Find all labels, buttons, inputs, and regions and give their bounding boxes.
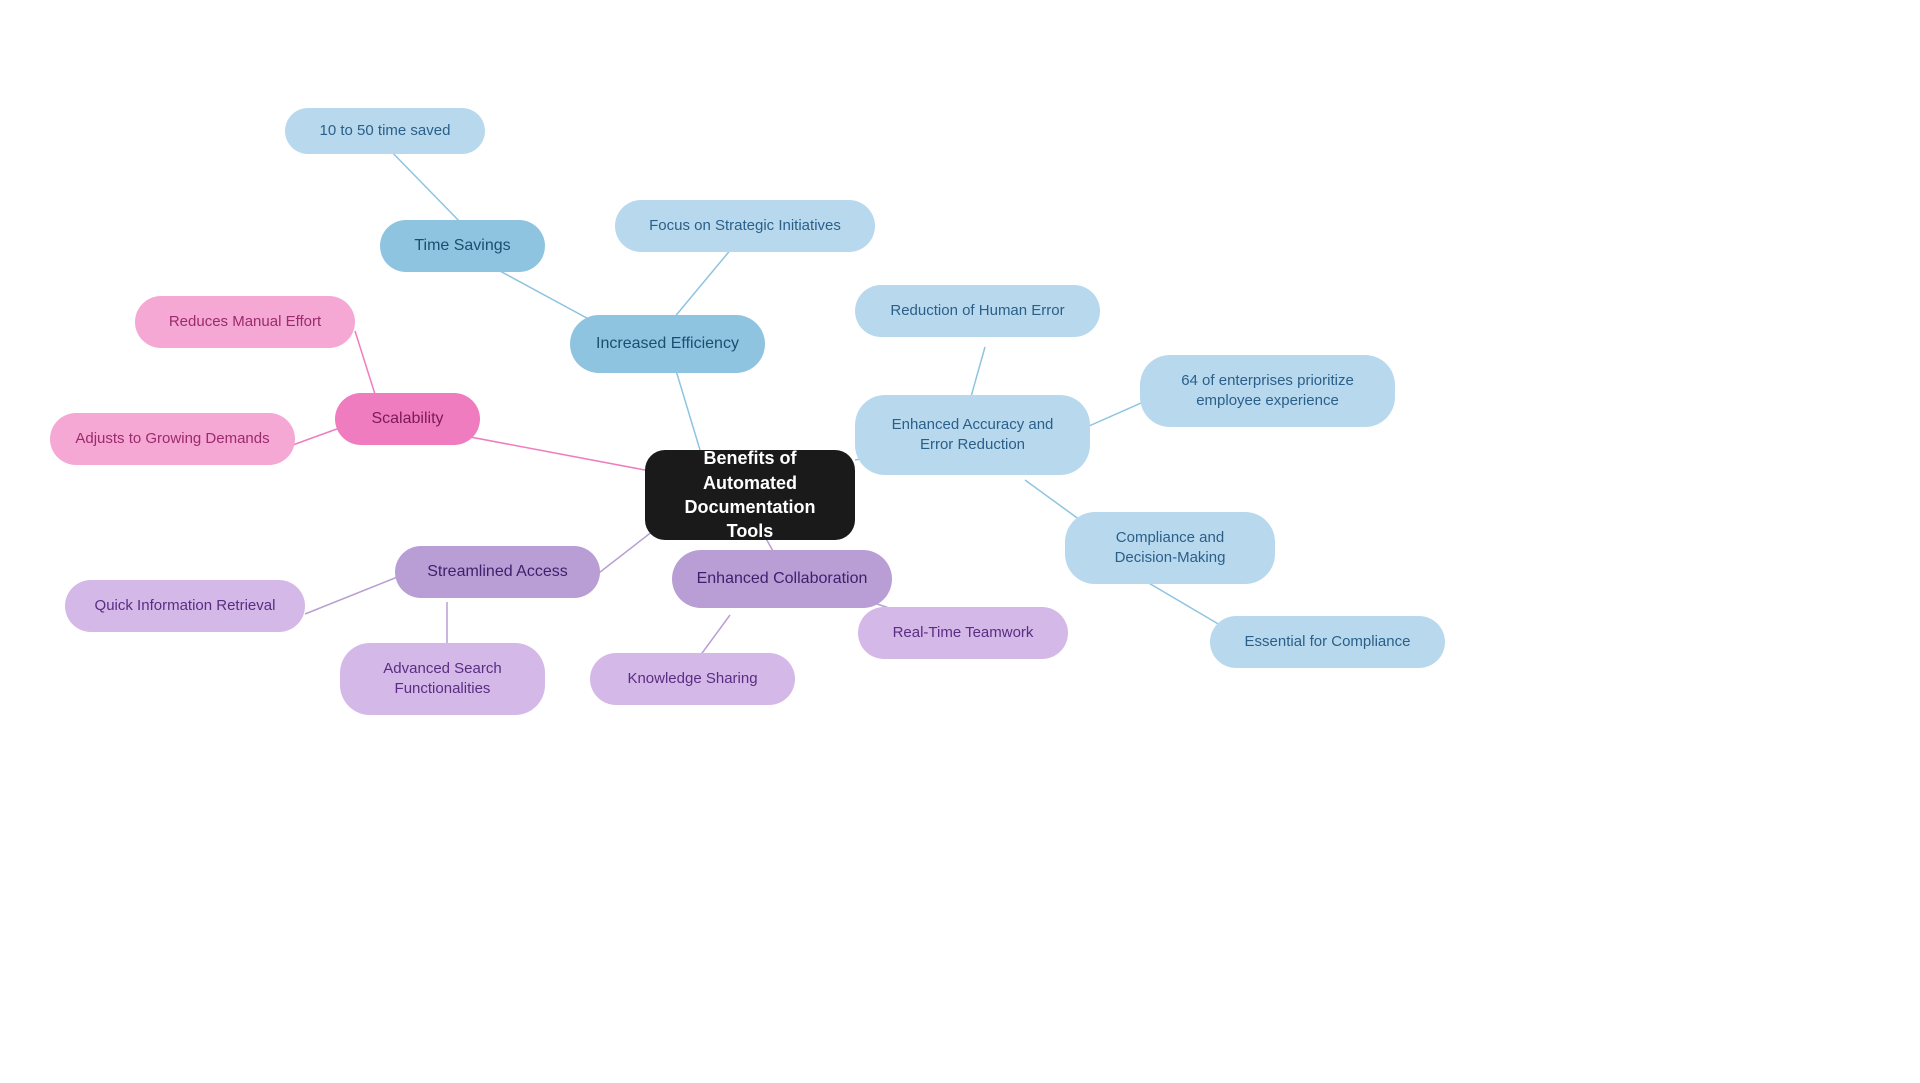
adjusts-growing-node: Adjusts to Growing Demands (50, 413, 295, 465)
center-node: Benefits of Automated Documentation Tool… (645, 450, 855, 540)
sixty-four-node: 64 of enterprises prioritize employee ex… (1140, 355, 1395, 427)
time-savings-node: Time Savings (380, 220, 545, 272)
compliance-node: Compliance and Decision-Making (1065, 512, 1275, 584)
streamlined-access-node: Streamlined Access (395, 546, 600, 598)
increased-efficiency-node: Increased Efficiency (570, 315, 765, 373)
advanced-search-node: Advanced Search Functionalities (340, 643, 545, 715)
realtime-teamwork-node: Real-Time Teamwork (858, 607, 1068, 659)
reduction-human-node: Reduction of Human Error (855, 285, 1100, 337)
reduces-manual-node: Reduces Manual Effort (135, 296, 355, 348)
enhanced-collab-node: Enhanced Collaboration (672, 550, 892, 608)
scalability-node: Scalability (335, 393, 480, 445)
ten-to-fifty-node: 10 to 50 time saved (285, 108, 485, 154)
focus-strategic-node: Focus on Strategic Initiatives (615, 200, 875, 252)
quick-info-node: Quick Information Retrieval (65, 580, 305, 632)
essential-compliance-node: Essential for Compliance (1210, 616, 1445, 668)
knowledge-sharing-node: Knowledge Sharing (590, 653, 795, 705)
mind-map: Benefits of Automated Documentation Tool… (0, 0, 1920, 1083)
enhanced-accuracy-node: Enhanced Accuracy and Error Reduction (855, 395, 1090, 475)
